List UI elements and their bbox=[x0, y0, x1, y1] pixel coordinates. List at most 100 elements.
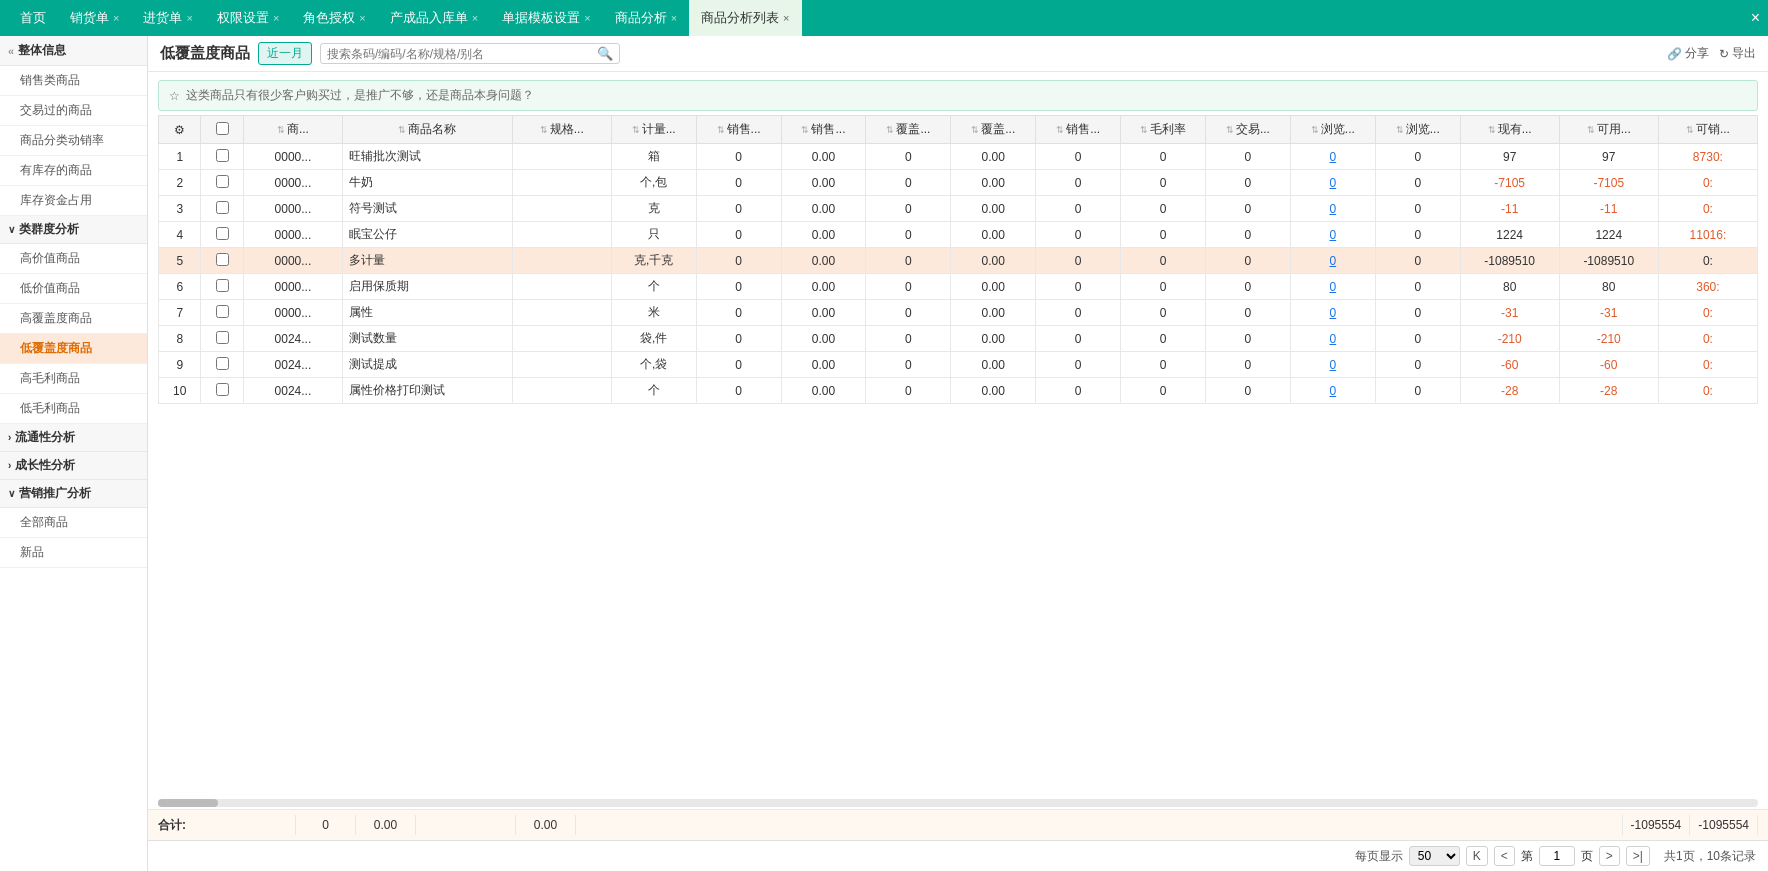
col-margin[interactable]: ⇅毛利率 bbox=[1121, 116, 1206, 144]
sidebar-item-low-coverage[interactable]: 低覆盖度商品 bbox=[0, 334, 147, 364]
cell-browse1[interactable]: 0 bbox=[1290, 378, 1375, 404]
cell-stock2: -60 bbox=[1559, 352, 1658, 378]
cell-browse1[interactable]: 0 bbox=[1290, 248, 1375, 274]
cell-cover2: 0.00 bbox=[951, 196, 1036, 222]
cell-checkbox[interactable] bbox=[201, 222, 243, 248]
sidebar-group-marketing[interactable]: ∨ 营销推广分析 bbox=[0, 480, 147, 508]
col-stock1[interactable]: ⇅现有... bbox=[1460, 116, 1559, 144]
cell-checkbox[interactable] bbox=[201, 144, 243, 170]
col-cover1[interactable]: ⇅覆盖... bbox=[866, 116, 951, 144]
cell-browse1[interactable]: 0 bbox=[1290, 170, 1375, 196]
cell-browse1[interactable]: 0 bbox=[1290, 274, 1375, 300]
cell-unit: 个,袋 bbox=[611, 352, 696, 378]
nav-goods-analysis[interactable]: 商品分析 × bbox=[603, 0, 689, 36]
close-goods-analysis-icon[interactable]: × bbox=[671, 12, 677, 24]
col-checkbox[interactable] bbox=[201, 116, 243, 144]
cell-browse1[interactable]: 0 bbox=[1290, 144, 1375, 170]
page-size-select[interactable]: 2050100200 bbox=[1409, 846, 1460, 866]
close-purchase-order-icon[interactable]: × bbox=[186, 12, 192, 24]
col-code[interactable]: ⇅商... bbox=[243, 116, 342, 144]
col-name[interactable]: ⇅商品名称 bbox=[342, 116, 512, 144]
sidebar-item-low-margin[interactable]: 低毛利商品 bbox=[0, 394, 147, 424]
table-container[interactable]: ⚙ ⇅商... ⇅商品名称 ⇅规格... bbox=[148, 115, 1768, 799]
nav-home[interactable]: 首页 bbox=[8, 0, 58, 36]
cell-browse1[interactable]: 0 bbox=[1290, 352, 1375, 378]
content-header: 低覆盖度商品 近一月 🔍 🔗 分享 ↻ 导出 bbox=[148, 36, 1768, 72]
cell-sales1: 0 bbox=[696, 170, 781, 196]
sidebar-item-stock-funds[interactable]: 库存资金占用 bbox=[0, 186, 147, 216]
cell-checkbox[interactable] bbox=[201, 274, 243, 300]
footer-sales1-total: 0 bbox=[296, 815, 356, 835]
nav-role-auth[interactable]: 角色授权 × bbox=[291, 0, 377, 36]
select-all-checkbox[interactable] bbox=[216, 122, 229, 135]
close-goods-analysis-list-icon[interactable]: × bbox=[783, 12, 789, 24]
cell-checkbox[interactable] bbox=[201, 352, 243, 378]
cell-checkbox[interactable] bbox=[201, 248, 243, 274]
nav-purchase-order[interactable]: 进货单 × bbox=[131, 0, 204, 36]
sidebar-section-overall[interactable]: « 整体信息 bbox=[0, 36, 147, 66]
page-size-label: 每页显示 bbox=[1355, 848, 1403, 865]
cell-browse1[interactable]: 0 bbox=[1290, 326, 1375, 352]
close-template-settings-icon[interactable]: × bbox=[584, 12, 590, 24]
search-input[interactable] bbox=[327, 47, 597, 61]
footer-sales1 bbox=[196, 815, 296, 835]
main-layout: « 整体信息 销售类商品 交易过的商品 商品分类动销率 有库存的商品 库存资金占… bbox=[0, 36, 1768, 871]
nav-permission-settings[interactable]: 权限设置 × bbox=[205, 0, 291, 36]
nav-goods-analysis-list[interactable]: 商品分析列表 × bbox=[689, 0, 801, 36]
sidebar-item-high-margin[interactable]: 高毛利商品 bbox=[0, 364, 147, 394]
sidebar-item-high-coverage[interactable]: 高覆盖度商品 bbox=[0, 304, 147, 334]
cell-browse1[interactable]: 0 bbox=[1290, 196, 1375, 222]
cell-stock2: -11 bbox=[1559, 196, 1658, 222]
sidebar-group-growth[interactable]: › 成长性分析 bbox=[0, 452, 147, 480]
col-browse1[interactable]: ⇅浏览... bbox=[1290, 116, 1375, 144]
sidebar-item-traded-goods[interactable]: 交易过的商品 bbox=[0, 96, 147, 126]
first-page-button[interactable]: K bbox=[1466, 846, 1488, 866]
next-page-button[interactable]: > bbox=[1599, 846, 1620, 866]
cell-checkbox[interactable] bbox=[201, 326, 243, 352]
sidebar-group-circulation[interactable]: › 流通性分析 bbox=[0, 424, 147, 452]
sidebar-item-all-goods[interactable]: 全部商品 bbox=[0, 508, 147, 538]
sidebar-item-stocked-goods[interactable]: 有库存的商品 bbox=[0, 156, 147, 186]
close-permission-settings-icon[interactable]: × bbox=[273, 12, 279, 24]
col-trade[interactable]: ⇅交易... bbox=[1206, 116, 1291, 144]
sidebar-item-category-rate[interactable]: 商品分类动销率 bbox=[0, 126, 147, 156]
cell-browse1[interactable]: 0 bbox=[1290, 300, 1375, 326]
col-sales2[interactable]: ⇅销售... bbox=[781, 116, 866, 144]
sidebar-item-high-value[interactable]: 高价值商品 bbox=[0, 244, 147, 274]
col-cover2[interactable]: ⇅覆盖... bbox=[951, 116, 1036, 144]
col-spec[interactable]: ⇅规格... bbox=[512, 116, 611, 144]
nav-template-settings[interactable]: 单据模板设置 × bbox=[490, 0, 602, 36]
period-button[interactable]: 近一月 bbox=[258, 42, 312, 65]
sidebar-item-sales-goods[interactable]: 销售类商品 bbox=[0, 66, 147, 96]
nav-finished-goods[interactable]: 产成品入库单 × bbox=[378, 0, 490, 36]
col-sales3[interactable]: ⇅销售... bbox=[1036, 116, 1121, 144]
cell-checkbox[interactable] bbox=[201, 300, 243, 326]
prev-page-button[interactable]: < bbox=[1494, 846, 1515, 866]
window-close-button[interactable]: × bbox=[1751, 9, 1760, 27]
close-finished-goods-icon[interactable]: × bbox=[472, 12, 478, 24]
cell-sales3: 0 bbox=[1036, 196, 1121, 222]
col-browse2[interactable]: ⇅浏览... bbox=[1375, 116, 1460, 144]
cell-stock1: -7105 bbox=[1460, 170, 1559, 196]
cell-browse1[interactable]: 0 bbox=[1290, 222, 1375, 248]
col-stock2[interactable]: ⇅可用... bbox=[1559, 116, 1658, 144]
sidebar-group-cluster-analysis[interactable]: ∨ 类群度分析 bbox=[0, 216, 147, 244]
share-button[interactable]: 🔗 分享 bbox=[1667, 45, 1709, 62]
sidebar-item-low-value[interactable]: 低价值商品 bbox=[0, 274, 147, 304]
sidebar-item-new-goods[interactable]: 新品 bbox=[0, 538, 147, 568]
cell-checkbox[interactable] bbox=[201, 170, 243, 196]
col-sales1[interactable]: ⇅销售... bbox=[696, 116, 781, 144]
col-stock3[interactable]: ⇅可销... bbox=[1658, 116, 1757, 144]
close-role-auth-icon[interactable]: × bbox=[359, 12, 365, 24]
nav-sales-order[interactable]: 销货单 × bbox=[58, 0, 131, 36]
col-unit[interactable]: ⇅计量... bbox=[611, 116, 696, 144]
horizontal-scrollbar[interactable] bbox=[158, 799, 1758, 807]
last-page-button[interactable]: >| bbox=[1626, 846, 1650, 866]
close-sales-order-icon[interactable]: × bbox=[113, 12, 119, 24]
scrollbar-thumb[interactable] bbox=[158, 799, 218, 807]
cell-checkbox[interactable] bbox=[201, 196, 243, 222]
col-settings[interactable]: ⚙ bbox=[159, 116, 201, 144]
export-button[interactable]: ↻ 导出 bbox=[1719, 45, 1756, 62]
cell-checkbox[interactable] bbox=[201, 378, 243, 404]
current-page-input[interactable] bbox=[1539, 846, 1575, 866]
